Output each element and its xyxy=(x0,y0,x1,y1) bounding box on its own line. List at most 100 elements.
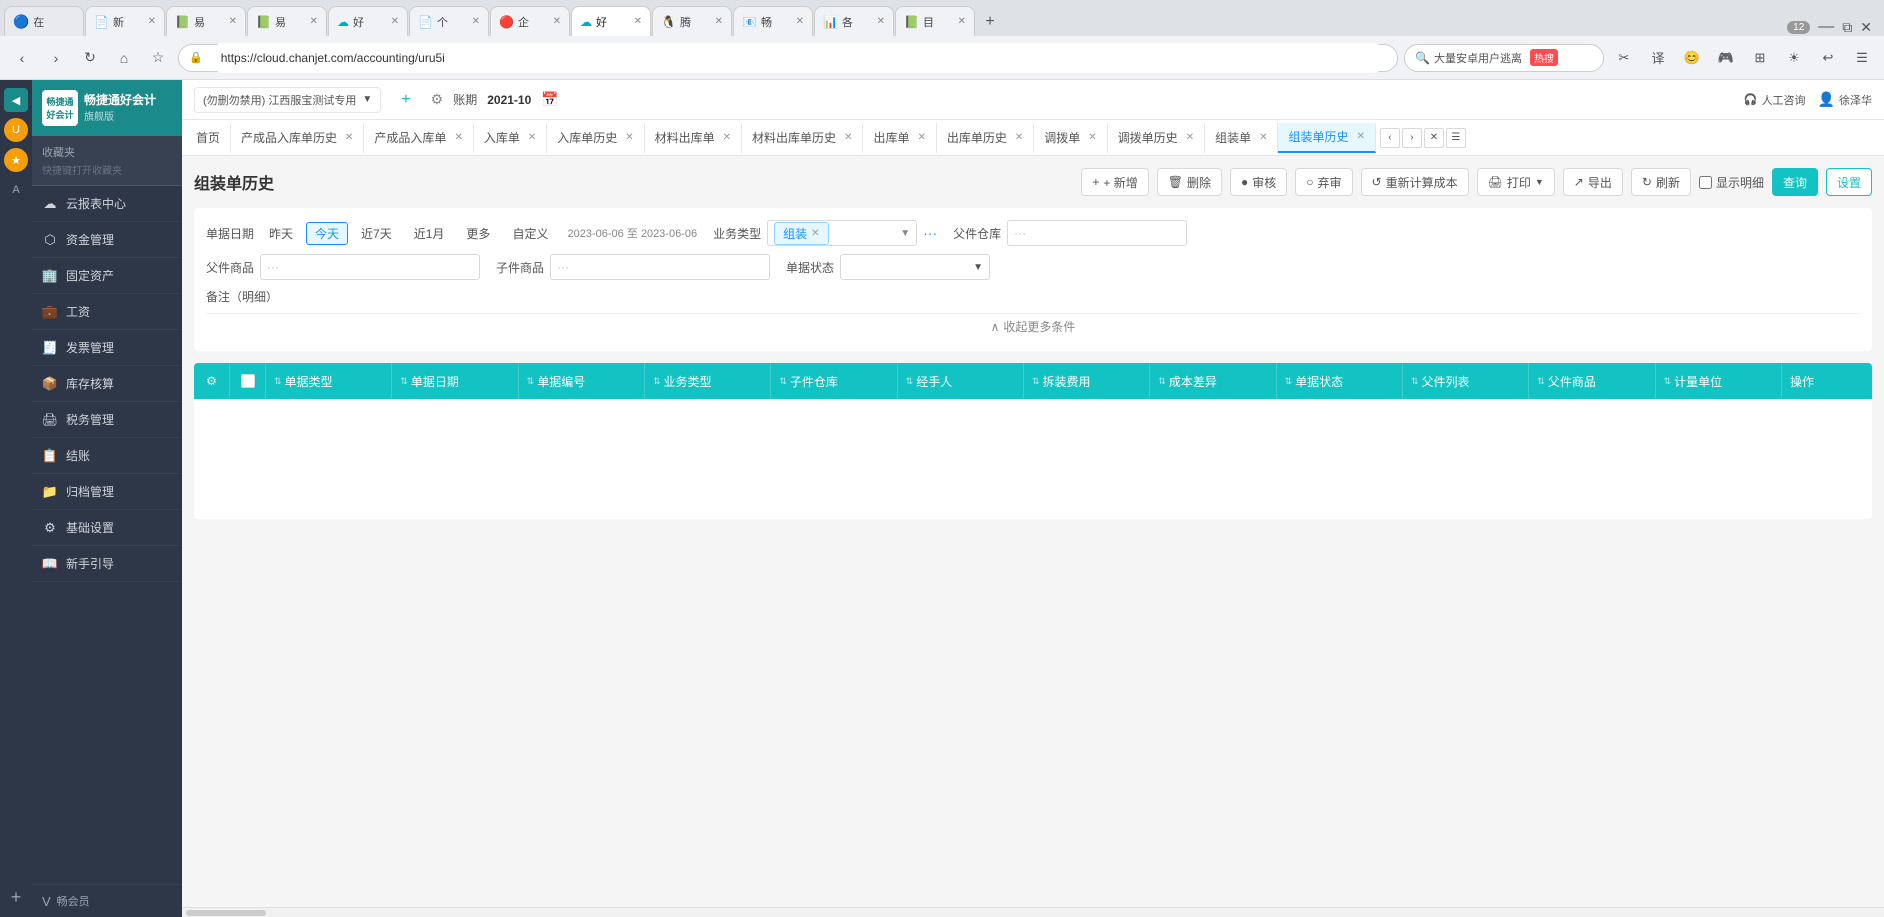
tab-close-10[interactable]: ✕ xyxy=(796,16,804,27)
assemble-close[interactable]: ✕ xyxy=(1259,132,1267,143)
page-tab-inbound-hist[interactable]: 入库单历史 ✕ xyxy=(547,123,644,153)
menu-tool[interactable]: ☰ xyxy=(1848,44,1876,72)
browser-tab-11[interactable]: 📊 各 ✕ xyxy=(814,6,894,36)
tab-next-arrow[interactable]: › xyxy=(1402,128,1422,148)
audit-btn[interactable]: ● 审核 xyxy=(1230,168,1287,196)
service-btn[interactable]: 🎧 人工咨询 xyxy=(1744,92,1806,108)
browser-tab-3[interactable]: 📗 易 ✕ xyxy=(166,6,246,36)
page-tab-inbound[interactable]: 入库单 ✕ xyxy=(474,123,547,153)
nav-assets[interactable]: 🏢 固定资产 xyxy=(32,258,182,294)
date-btn-1month[interactable]: 近1月 xyxy=(405,222,454,245)
prod-in-close[interactable]: ✕ xyxy=(454,132,462,143)
emoji-tool[interactable]: 😊 xyxy=(1678,44,1706,72)
outbound-close[interactable]: ✕ xyxy=(917,132,925,143)
star-button[interactable]: ☆ xyxy=(144,44,172,72)
th-parent-list[interactable]: ⇅ 父件列表 xyxy=(1403,363,1529,399)
child-goods-input[interactable]: ··· xyxy=(550,254,770,280)
show-detail-checkbox[interactable] xyxy=(1699,176,1712,189)
scissors-tool[interactable]: ✂ xyxy=(1610,44,1638,72)
browser-tab-7[interactable]: 🔴 企 ✕ xyxy=(490,6,570,36)
tab-close-8[interactable]: ✕ xyxy=(634,16,642,27)
page-tab-prod-in-hist[interactable]: 产成品入库单历史 ✕ xyxy=(231,123,364,153)
abandon-btn[interactable]: ○ 弃审 xyxy=(1295,168,1352,196)
nav-settings[interactable]: ⚙ 基础设置 xyxy=(32,510,182,546)
sidebar-favorites[interactable]: 收藏夹 快捷键打开收藏夹 xyxy=(32,136,182,186)
date-btn-today[interactable]: 今天 xyxy=(306,222,348,245)
tab-close-4[interactable]: ✕ xyxy=(310,16,318,27)
browser-tab-5[interactable]: ☁ 好 ✕ xyxy=(328,6,408,36)
th-child-warehouse[interactable]: ⇅ 子件仓库 xyxy=(771,363,897,399)
strip-icon-2[interactable]: U xyxy=(4,118,28,142)
allot-hist-close[interactable]: ✕ xyxy=(1186,132,1194,143)
settings-gear-icon[interactable]: ⚙ xyxy=(431,91,444,108)
horizontal-scrollbar[interactable] xyxy=(182,907,1884,917)
add-btn[interactable]: + + 新增 xyxy=(1081,168,1148,196)
back-button[interactable]: ‹ xyxy=(8,44,36,72)
tab-close-11[interactable]: ✕ xyxy=(877,16,885,27)
window-maximize[interactable]: ⧉ xyxy=(1842,19,1852,36)
biz-type-dropdown-icon[interactable]: ▼ xyxy=(900,228,910,239)
export-btn[interactable]: ↗ 导出 xyxy=(1563,168,1623,196)
nav-settle[interactable]: 📋 结账 xyxy=(32,438,182,474)
strip-icon-4[interactable]: A xyxy=(4,178,28,202)
date-btn-yesterday[interactable]: 昨天 xyxy=(260,222,302,245)
nav-guide[interactable]: 📖 新手引导 xyxy=(32,546,182,582)
page-tab-mat-out[interactable]: 材料出库单 ✕ xyxy=(645,123,742,153)
biz-type-ellipsis[interactable]: ··· xyxy=(923,225,937,241)
parent-goods-input[interactable]: ··· xyxy=(260,254,480,280)
tab-close-12[interactable]: ✕ xyxy=(958,16,966,27)
delete-btn[interactable]: 🗑 删除 xyxy=(1157,168,1222,196)
member-btn[interactable]: V 畅会员 xyxy=(42,893,172,909)
tab-more-options[interactable]: ☰ xyxy=(1446,128,1466,148)
print-btn[interactable]: 🖨 打印 ▼ xyxy=(1477,168,1555,196)
th-parent-goods[interactable]: ⇅ 父件商品 xyxy=(1529,363,1655,399)
date-btn-7days[interactable]: 近7天 xyxy=(352,222,401,245)
tab-close-2[interactable]: ✕ xyxy=(148,16,156,27)
game-tool[interactable]: 🎮 xyxy=(1712,44,1740,72)
prod-in-hist-close[interactable]: ✕ xyxy=(345,132,353,143)
th-unit[interactable]: ⇅ 计量单位 xyxy=(1656,363,1782,399)
browser-tab-6[interactable]: 📄 个 ✕ xyxy=(409,6,489,36)
nav-capital[interactable]: ⬡ 资金管理 xyxy=(32,222,182,258)
mat-out-close[interactable]: ✕ xyxy=(723,132,731,143)
header-checkbox[interactable] xyxy=(241,374,255,388)
page-tab-home[interactable]: 首页 xyxy=(186,123,231,153)
tab-prev-arrow[interactable]: ‹ xyxy=(1380,128,1400,148)
tab-close-3[interactable]: ✕ xyxy=(229,16,237,27)
th-cost-diff[interactable]: ⇅ 成本差异 xyxy=(1150,363,1276,399)
inbound-hist-close[interactable]: ✕ xyxy=(625,132,633,143)
page-tab-allot-hist[interactable]: 调拨单历史 ✕ xyxy=(1108,123,1205,153)
th-disassemble-fee[interactable]: ⇅ 拆装费用 xyxy=(1024,363,1150,399)
collapse-btn[interactable]: ∧ 收起更多条件 xyxy=(206,313,1860,339)
page-tab-outbound[interactable]: 出库单 ✕ xyxy=(863,123,936,153)
tab-close-6[interactable]: ✕ xyxy=(472,16,480,27)
add-account-btn[interactable]: + xyxy=(391,86,420,114)
date-btn-more[interactable]: 更多 xyxy=(457,222,499,245)
strip-icon-3[interactable]: ★ xyxy=(4,148,28,172)
outbound-hist-close[interactable]: ✕ xyxy=(1015,132,1023,143)
strip-icon-1[interactable]: ◀ xyxy=(4,88,28,112)
company-selector[interactable]: (勿删勿禁用) 江西服宝测试专用 ▼ xyxy=(194,87,381,113)
nav-cloud-report[interactable]: ☁ 云报表中心 xyxy=(32,186,182,222)
assemble-hist-close[interactable]: ✕ xyxy=(1357,131,1365,142)
page-tab-mat-out-hist[interactable]: 材料出库单历史 ✕ xyxy=(742,123,863,153)
address-input[interactable] xyxy=(209,43,1387,73)
new-tab-button[interactable]: + xyxy=(976,8,1004,36)
scroll-thumb[interactable] xyxy=(186,910,266,916)
inbound-close[interactable]: ✕ xyxy=(528,132,536,143)
page-tab-prod-in[interactable]: 产成品入库单 ✕ xyxy=(364,123,473,153)
tab-close-9[interactable]: ✕ xyxy=(715,16,723,27)
grid-tool[interactable]: ⊞ xyxy=(1746,44,1774,72)
th-biz-type[interactable]: ⇅ 业务类型 xyxy=(645,363,771,399)
browser-tab-4[interactable]: 📗 易 ✕ xyxy=(247,6,327,36)
mat-out-hist-close[interactable]: ✕ xyxy=(844,132,852,143)
th-settings[interactable]: ⚙ xyxy=(194,363,230,399)
th-handler[interactable]: ⇅ 经手人 xyxy=(898,363,1024,399)
refresh-nav-button[interactable]: ↻ xyxy=(76,44,104,72)
nav-tax[interactable]: 🖨 税务管理 xyxy=(32,402,182,438)
tab-close-7[interactable]: ✕ xyxy=(553,16,561,27)
translate-tool[interactable]: 译 xyxy=(1644,44,1672,72)
allot-close[interactable]: ✕ xyxy=(1088,132,1096,143)
query-btn[interactable]: 查询 xyxy=(1772,168,1818,196)
forward-button[interactable]: › xyxy=(42,44,70,72)
